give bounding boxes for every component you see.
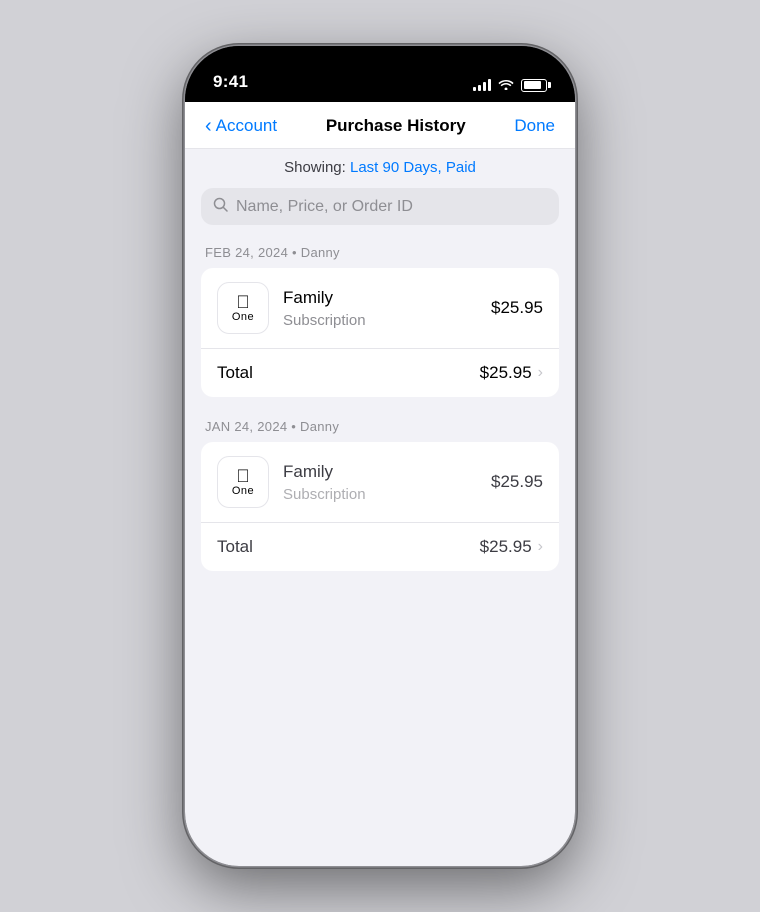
total-label-1: Total	[217, 363, 253, 383]
screen: ‹ Account Purchase History Done Showing:…	[185, 102, 575, 866]
nav-bar: ‹ Account Purchase History Done	[185, 102, 575, 149]
section-header-1: FEB 24, 2024 • Danny	[185, 239, 575, 268]
transaction-info-2: Family Subscription	[283, 461, 491, 502]
one-label-2: One	[232, 485, 254, 497]
signal-icon	[473, 79, 491, 91]
filter-prefix: Showing:	[284, 159, 350, 176]
search-bar[interactable]: Name, Price, or Order ID	[201, 188, 559, 225]
wifi-icon	[498, 78, 514, 92]
status-time: 9:41	[213, 72, 248, 92]
transaction-item-1[interactable]:  One Family Subscription $25.95	[201, 268, 559, 349]
total-row-2[interactable]: Total $25.95 ›	[201, 523, 559, 571]
filter-value[interactable]: Last 90 Days, Paid	[350, 159, 476, 176]
filter-bar: Showing: Last 90 Days, Paid	[185, 149, 575, 188]
page-title: Purchase History	[326, 116, 466, 136]
chevron-right-icon-2: ›	[538, 538, 543, 556]
back-label: Account	[216, 116, 277, 136]
status-bar: 9:41	[185, 46, 575, 102]
transaction-type-2: Subscription	[283, 486, 491, 503]
apple-logo-2: 	[236, 467, 250, 485]
done-button[interactable]: Done	[514, 116, 555, 136]
total-amount-1: $25.95	[480, 363, 532, 383]
total-amount-2: $25.95	[480, 537, 532, 557]
search-container: Name, Price, or Order ID	[185, 188, 575, 239]
section-header-2: JAN 24, 2024 • Danny	[185, 413, 575, 442]
total-amount-wrapper-2: $25.95 ›	[480, 537, 543, 557]
apple-one-icon-2:  One	[217, 456, 269, 508]
total-row-1[interactable]: Total $25.95 ›	[201, 349, 559, 397]
phone-frame: 9:41 ‹ Account Pur	[185, 46, 575, 866]
chevron-right-icon-1: ›	[538, 364, 543, 382]
chevron-left-icon: ‹	[205, 116, 212, 136]
transaction-card-1:  One Family Subscription $25.95 Total $…	[201, 268, 559, 397]
total-label-2: Total	[217, 537, 253, 557]
transaction-item-2[interactable]:  One Family Subscription $25.95	[201, 442, 559, 523]
apple-one-icon-1:  One	[217, 282, 269, 334]
transaction-name-2: Family	[283, 461, 491, 483]
back-button[interactable]: ‹ Account	[205, 116, 277, 136]
apple-logo-1: 	[236, 293, 250, 311]
transaction-type-1: Subscription	[283, 312, 491, 329]
transaction-name-1: Family	[283, 287, 491, 309]
status-icons	[473, 78, 547, 92]
total-amount-wrapper-1: $25.95 ›	[480, 363, 543, 383]
dynamic-island	[320, 58, 440, 92]
transaction-price-2: $25.95	[491, 472, 543, 492]
transaction-price-1: $25.95	[491, 298, 543, 318]
search-placeholder: Name, Price, or Order ID	[236, 198, 413, 216]
transaction-card-2:  One Family Subscription $25.95 Total $…	[201, 442, 559, 571]
battery-icon	[521, 79, 547, 92]
one-label-1: One	[232, 311, 254, 323]
search-icon	[213, 197, 228, 216]
transaction-info-1: Family Subscription	[283, 287, 491, 328]
